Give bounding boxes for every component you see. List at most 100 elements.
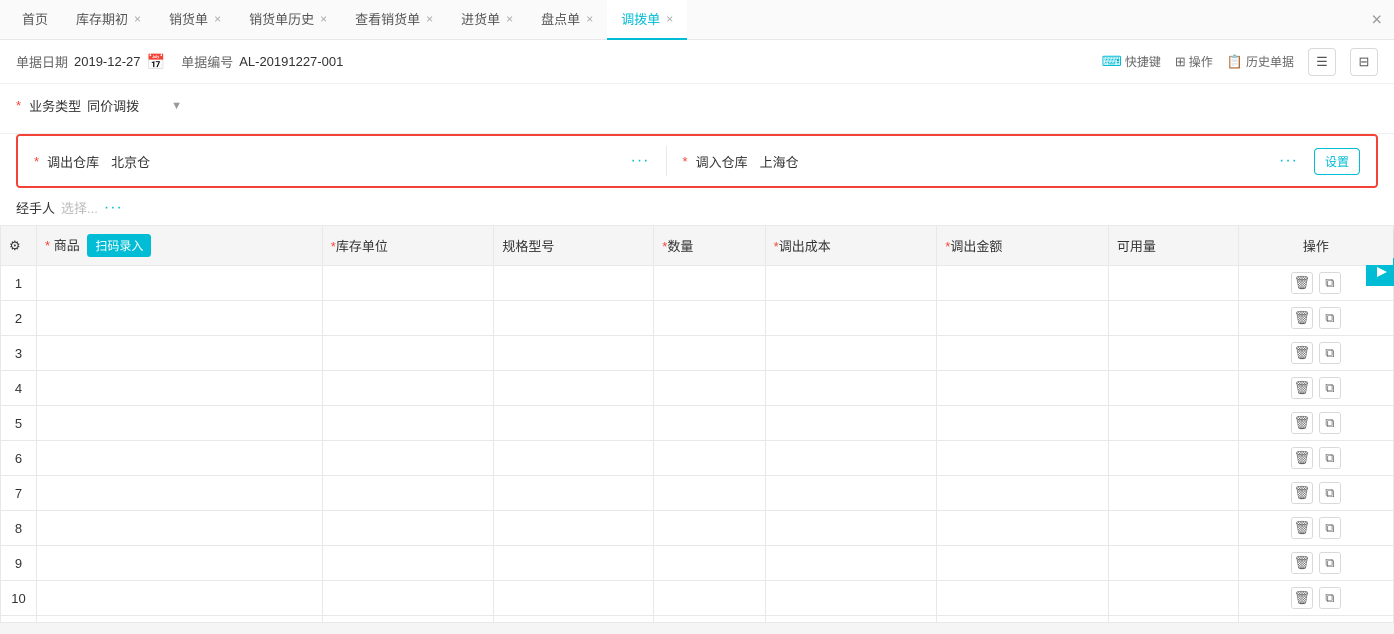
product-cell[interactable] (37, 301, 323, 336)
copy-row-btn[interactable]: ⧉ (1319, 307, 1341, 329)
transfer-in-more-btn[interactable]: ··· (1279, 152, 1298, 170)
copy-row-btn[interactable]: ⧉ (1319, 447, 1341, 469)
copy-row-btn[interactable]: ⧉ (1319, 272, 1341, 294)
settings-button[interactable]: 设置 (1314, 148, 1360, 175)
list-view-btn[interactable]: ☰ (1308, 48, 1336, 76)
spec-cell[interactable] (494, 406, 654, 441)
unit-cell[interactable] (322, 336, 494, 371)
spec-cell[interactable] (494, 266, 654, 301)
spec-cell[interactable] (494, 336, 654, 371)
delete-row-btn[interactable]: 🗑 (1291, 342, 1313, 364)
copy-row-btn[interactable]: ⧉ (1319, 377, 1341, 399)
amount-cell[interactable] (937, 581, 1109, 616)
tab-transfer-close[interactable]: × (666, 13, 673, 25)
tab-home[interactable]: 首页 (8, 0, 62, 40)
product-cell[interactable] (37, 336, 323, 371)
delete-row-btn[interactable]: 🗑 (1291, 412, 1313, 434)
tab-sales-history-close[interactable]: × (320, 13, 327, 25)
unit-cell[interactable] (322, 441, 494, 476)
delete-row-btn[interactable]: 🗑 (1291, 587, 1313, 609)
spec-cell[interactable] (494, 476, 654, 511)
spec-cell[interactable] (494, 546, 654, 581)
handler-more-btn[interactable]: ··· (104, 199, 123, 217)
quantity-cell[interactable] (654, 266, 765, 301)
shortcut-link[interactable]: ⌨ 快捷键 (1102, 53, 1161, 70)
product-cell[interactable] (37, 581, 323, 616)
grid-view-btn[interactable]: ⊟ (1350, 48, 1378, 76)
tab-stock-take-close[interactable]: × (586, 13, 593, 25)
delete-row-btn[interactable]: 🗑 (1291, 377, 1313, 399)
cost-cell[interactable] (765, 511, 937, 546)
spec-cell[interactable] (494, 581, 654, 616)
quantity-cell[interactable] (654, 476, 765, 511)
unit-cell[interactable] (322, 301, 494, 336)
unit-cell[interactable] (322, 266, 494, 301)
amount-cell[interactable] (937, 406, 1109, 441)
amount-cell[interactable] (937, 511, 1109, 546)
delete-row-btn[interactable]: 🗑 (1291, 552, 1313, 574)
amount-cell[interactable] (937, 336, 1109, 371)
tab-sales-history[interactable]: 销货单历史 × (235, 0, 341, 40)
product-cell[interactable] (37, 266, 323, 301)
copy-row-btn[interactable]: ⧉ (1319, 517, 1341, 539)
product-cell[interactable] (37, 511, 323, 546)
product-cell[interactable] (37, 476, 323, 511)
spec-cell[interactable] (494, 441, 654, 476)
tab-sales-order-close[interactable]: × (214, 13, 221, 25)
tab-bar-close-btn[interactable]: × (1371, 9, 1382, 30)
tab-inventory-init[interactable]: 库存期初 × (62, 0, 155, 40)
product-cell[interactable] (37, 406, 323, 441)
amount-cell[interactable] (937, 301, 1109, 336)
quantity-cell[interactable] (654, 406, 765, 441)
cost-cell[interactable] (765, 336, 937, 371)
copy-row-btn[interactable]: ⧉ (1319, 342, 1341, 364)
cost-cell[interactable] (765, 301, 937, 336)
tab-sales-order[interactable]: 销货单 × (155, 0, 235, 40)
amount-cell[interactable] (937, 371, 1109, 406)
delete-row-btn[interactable]: 🗑 (1291, 447, 1313, 469)
unit-cell[interactable] (322, 371, 494, 406)
unit-cell[interactable] (322, 476, 494, 511)
cost-cell[interactable] (765, 476, 937, 511)
th-settings[interactable]: ⚙ (1, 226, 37, 266)
quantity-cell[interactable] (654, 441, 765, 476)
product-cell[interactable] (37, 371, 323, 406)
transfer-in-value[interactable]: 上海仓 (760, 152, 799, 171)
tab-transfer[interactable]: 调拨单 × (607, 0, 687, 40)
spec-cell[interactable] (494, 301, 654, 336)
scrollbar-area[interactable] (0, 622, 1394, 634)
operations-link[interactable]: ⊞ 操作 (1175, 53, 1213, 70)
history-link[interactable]: 📋 历史单据 (1227, 53, 1294, 70)
cost-cell[interactable] (765, 371, 937, 406)
unit-cell[interactable] (322, 581, 494, 616)
tab-view-sales-close[interactable]: × (426, 13, 433, 25)
business-type-dropdown[interactable]: 同价调拨 ▼ (87, 96, 182, 115)
copy-row-btn[interactable]: ⧉ (1319, 587, 1341, 609)
cost-cell[interactable] (765, 441, 937, 476)
cost-cell[interactable] (765, 581, 937, 616)
tab-purchase-close[interactable]: × (506, 13, 513, 25)
tab-stock-take[interactable]: 盘点单 × (527, 0, 607, 40)
transfer-out-value[interactable]: 北京仓 (111, 152, 150, 171)
copy-row-btn[interactable]: ⧉ (1319, 412, 1341, 434)
unit-cell[interactable] (322, 546, 494, 581)
quantity-cell[interactable] (654, 336, 765, 371)
unit-cell[interactable] (322, 406, 494, 441)
amount-cell[interactable] (937, 546, 1109, 581)
delete-row-btn[interactable]: 🗑 (1291, 517, 1313, 539)
tab-inventory-init-close[interactable]: × (134, 13, 141, 25)
transfer-out-more-btn[interactable]: ··· (631, 152, 650, 170)
unit-cell[interactable] (322, 511, 494, 546)
quantity-cell[interactable] (654, 511, 765, 546)
spec-cell[interactable] (494, 511, 654, 546)
delete-row-btn[interactable]: 🗑 (1291, 482, 1313, 504)
handler-select[interactable]: 选择... (61, 198, 98, 217)
cost-cell[interactable] (765, 546, 937, 581)
copy-row-btn[interactable]: ⧉ (1319, 482, 1341, 504)
amount-cell[interactable] (937, 441, 1109, 476)
cost-cell[interactable] (765, 266, 937, 301)
product-cell[interactable] (37, 546, 323, 581)
quantity-cell[interactable] (654, 546, 765, 581)
scan-btn[interactable]: 扫码录入 (87, 234, 151, 257)
date-value[interactable]: 2019-12-27 (74, 54, 141, 69)
